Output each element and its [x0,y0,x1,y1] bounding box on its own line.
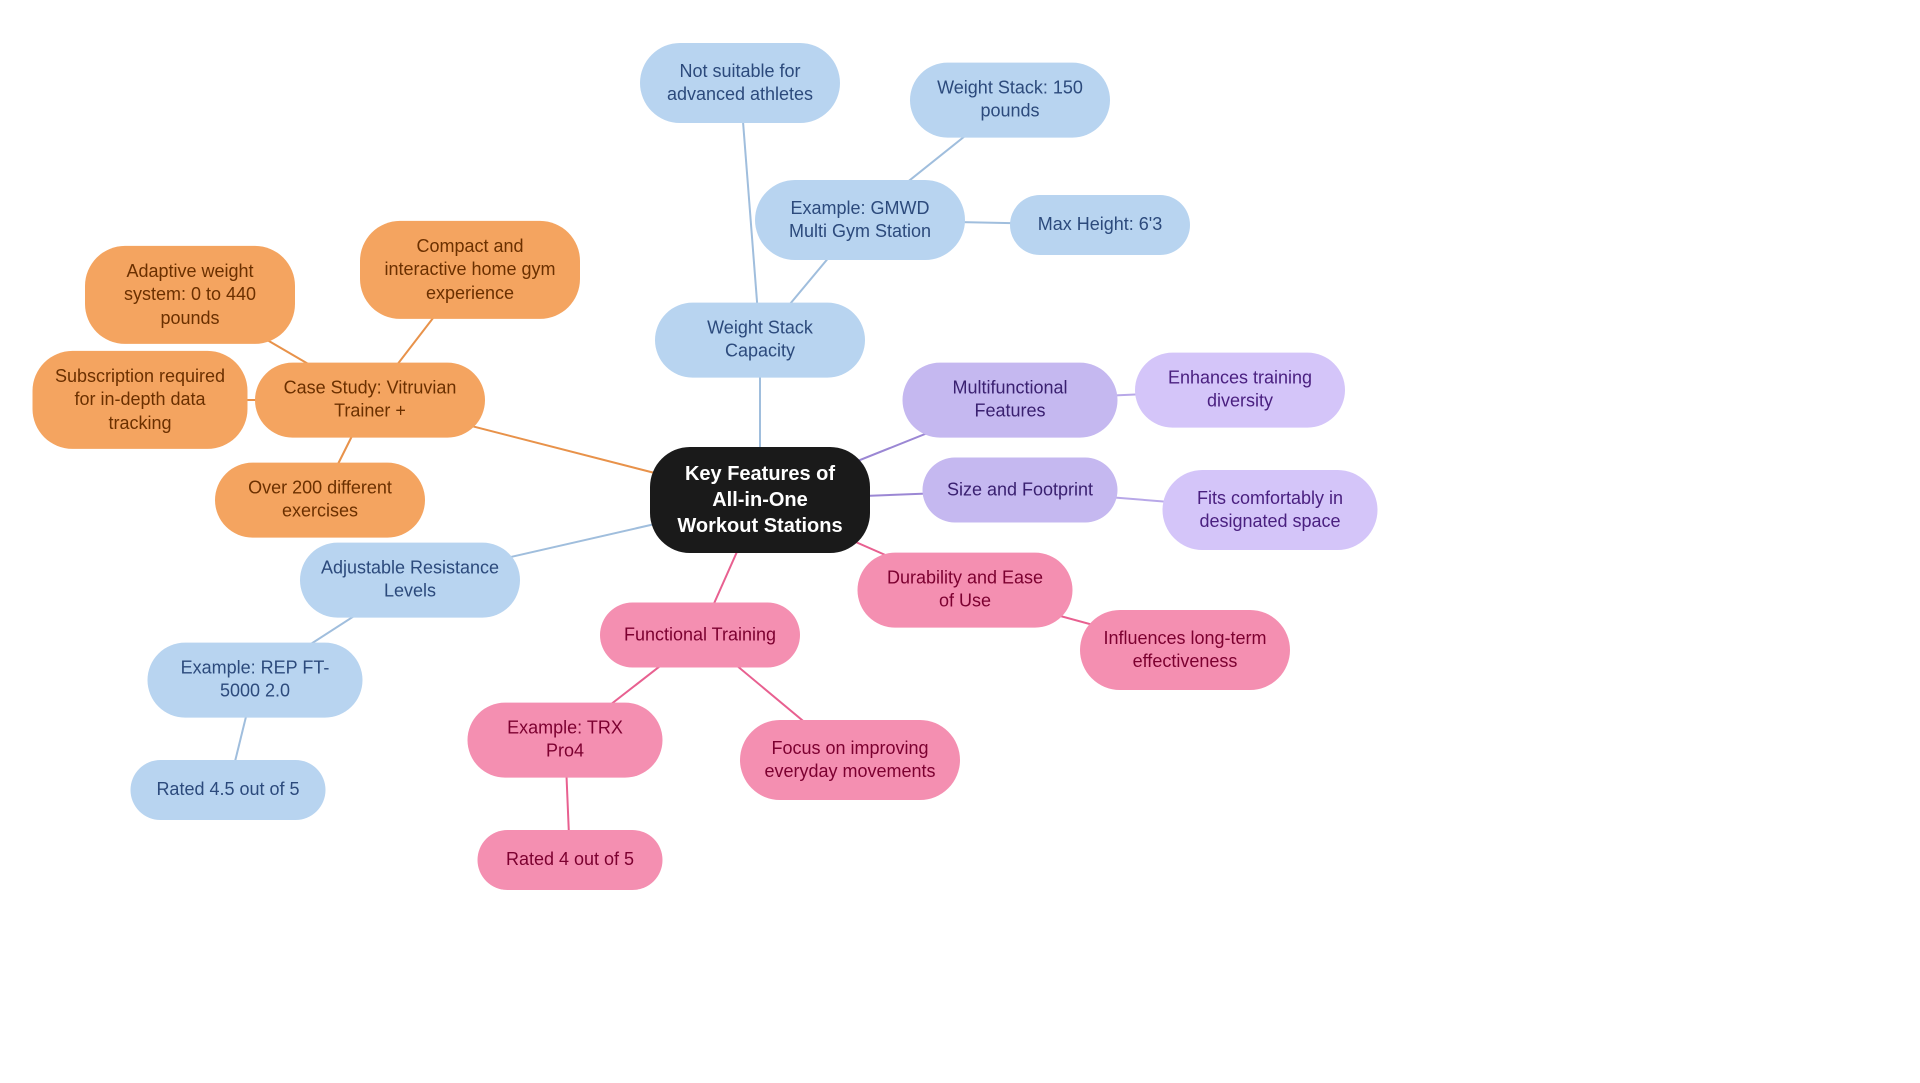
node-rated-4: Rated 4 out of 5 [478,830,663,890]
node-focus-movements: Focus on improving everyday movements [740,720,960,800]
node-durability-ease: Durability and Ease of Use [858,553,1073,628]
node-fits-comfortably: Fits comfortably in designated space [1163,470,1378,550]
node-trx-example: Example: TRX Pro4 [468,703,663,778]
node-rated-4-5: Rated 4.5 out of 5 [131,760,326,820]
node-multifunctional: Multifunctional Features [903,363,1118,438]
node-adjustable-resistance: Adjustable Resistance Levels [300,543,520,618]
node-gmwd-example: Example: GMWD Multi Gym Station [755,180,965,260]
node-vitruvian-case: Case Study: Vitruvian Trainer + [255,363,485,438]
node-rep-example: Example: REP FT-5000 2.0 [148,643,363,718]
node-subscription: Subscription required for in-depth data … [33,351,248,449]
node-adaptive-weight: Adaptive weight system: 0 to 440 pounds [85,246,295,344]
mindmap-container: Key Features of All-in-One Workout Stati… [0,0,1920,1083]
node-weight-stack-capacity: Weight Stack Capacity [655,303,865,378]
node-enhances-diversity: Enhances training diversity [1135,353,1345,428]
connections-svg [0,0,1920,1083]
node-max-height: Max Height: 6'3 [1010,195,1190,255]
node-weight-stack-150: Weight Stack: 150 pounds [910,63,1110,138]
node-functional-training: Functional Training [600,603,800,668]
center-node: Key Features of All-in-One Workout Stati… [650,447,870,553]
node-compact-interactive: Compact and interactive home gym experie… [360,221,580,319]
node-over-200: Over 200 different exercises [215,463,425,538]
node-influences-effectiveness: Influences long-term effectiveness [1080,610,1290,690]
node-not-suitable: Not suitable for advanced athletes [640,43,840,123]
node-size-footprint: Size and Footprint [923,458,1118,523]
